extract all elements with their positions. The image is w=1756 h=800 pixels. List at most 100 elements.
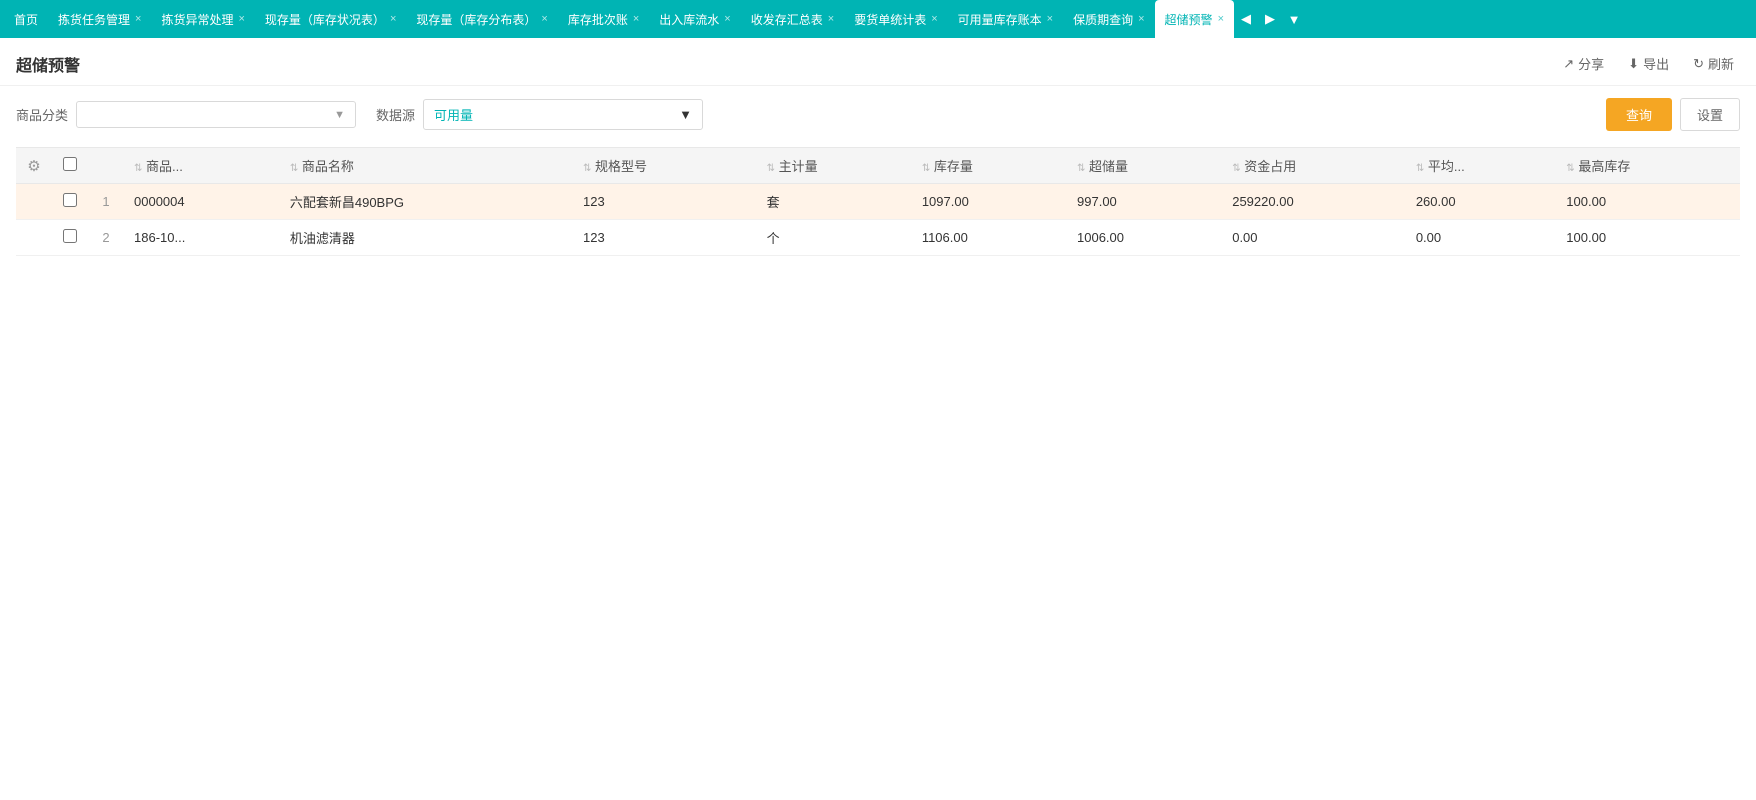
stock-cell: 1106.00 [912, 220, 1067, 256]
row-checkbox[interactable] [63, 193, 77, 207]
datasource-select[interactable]: 可用量 ▼ [423, 99, 703, 130]
sort-icon: ⇅ [767, 163, 775, 174]
over-stock-cell: 1006.00 [1067, 220, 1222, 256]
row-checkbox-cell[interactable] [52, 220, 88, 256]
sort-icon: ⇅ [922, 163, 930, 174]
nav-tab-7[interactable]: 收发存汇总表 × [741, 0, 844, 38]
chevron-down-icon: ▼ [334, 109, 345, 121]
chevron-down-icon: ▼ [679, 107, 692, 122]
header-actions: ↗ 分享 ⬇ 导出 ↻ 刷新 [1557, 50, 1740, 77]
stock-cell: 1097.00 [912, 184, 1067, 220]
nav-next-arrow[interactable]: ▶ [1258, 0, 1282, 38]
spec-cell: 123 [573, 184, 757, 220]
nav-tab-1[interactable]: 拣货任务管理 × [48, 0, 151, 38]
filter-right-actions: 查询 设置 [1606, 98, 1740, 131]
data-table: ⚙ ⇅ 商品... ⇅ 商品名称 ⇅ 规格型号 [16, 147, 1740, 256]
nav-tab-9[interactable]: 可用量库存账本 × [948, 0, 1063, 38]
close-icon[interactable]: × [931, 13, 937, 25]
sort-icon: ⇅ [1077, 163, 1085, 174]
close-icon[interactable]: × [135, 13, 141, 25]
sort-icon: ⇅ [1566, 163, 1574, 174]
close-icon[interactable]: × [724, 13, 730, 25]
nav-tab-3[interactable]: 现存量（库存状况表） × [255, 0, 406, 38]
avg-cell: 260.00 [1406, 184, 1556, 220]
table-row: 2 186-10... 机油滤清器 123 个 1106.00 1006.00 … [16, 220, 1740, 256]
product-category-label: 商品分类 [16, 105, 68, 124]
nav-prev-arrow[interactable]: ◀ [1234, 0, 1258, 38]
nav-tab-10[interactable]: 保质期查询 × [1063, 0, 1154, 38]
table-row: 1 0000004 六配套新昌490BPG 123 套 1097.00 997.… [16, 184, 1740, 220]
close-icon[interactable]: × [633, 13, 639, 25]
page-title: 超储预警 [16, 52, 80, 76]
row-checkbox[interactable] [63, 229, 77, 243]
checkbox-header[interactable] [52, 148, 88, 184]
product-name-header[interactable]: ⇅ 商品名称 [280, 148, 573, 184]
spec-header[interactable]: ⇅ 规格型号 [573, 148, 757, 184]
product-name-cell: 机油滤清器 [280, 220, 573, 256]
capital-cell: 0.00 [1222, 220, 1406, 256]
nav-tab-2[interactable]: 拣货异常处理 × [151, 0, 254, 38]
datasource-label: 数据源 [376, 105, 415, 124]
max-stock-header[interactable]: ⇅ 最高库存 [1556, 148, 1740, 184]
close-icon[interactable]: × [1047, 13, 1053, 25]
unit-header[interactable]: ⇅ 主计量 [757, 148, 912, 184]
row-gear-cell [16, 220, 52, 256]
close-icon[interactable]: × [1218, 13, 1224, 25]
nav-tab-5[interactable]: 库存批次账 × [558, 0, 649, 38]
over-stock-cell: 997.00 [1067, 184, 1222, 220]
capital-cell: 259220.00 [1222, 184, 1406, 220]
nav-tab-4[interactable]: 现存量（库存分布表） × [406, 0, 557, 38]
export-button[interactable]: ⬇ 导出 [1622, 50, 1675, 77]
nav-tab-home[interactable]: 首页 [4, 0, 48, 38]
stock-header[interactable]: ⇅ 库存量 [912, 148, 1067, 184]
gear-icon[interactable]: ⚙ [27, 158, 40, 175]
refresh-icon: ↻ [1693, 56, 1704, 72]
row-number: 1 [88, 184, 124, 220]
unit-cell: 套 [757, 184, 912, 220]
product-name-cell: 六配套新昌490BPG [280, 184, 573, 220]
row-checkbox-cell[interactable] [52, 184, 88, 220]
close-icon[interactable]: × [390, 13, 396, 25]
close-icon[interactable]: × [828, 13, 834, 25]
select-all-checkbox[interactable] [63, 157, 77, 171]
row-number: 2 [88, 220, 124, 256]
avg-cell: 0.00 [1406, 220, 1556, 256]
gear-header[interactable]: ⚙ [16, 148, 52, 184]
product-category-select[interactable]: ▼ [76, 101, 356, 128]
nav-tab-8[interactable]: 要货单统计表 × [844, 0, 947, 38]
close-icon[interactable]: × [1138, 13, 1144, 25]
avg-header[interactable]: ⇅ 平均... [1406, 148, 1556, 184]
over-stock-header[interactable]: ⇅ 超储量 [1067, 148, 1222, 184]
export-icon: ⬇ [1628, 56, 1639, 72]
close-icon[interactable]: × [238, 13, 244, 25]
top-nav: 首页 拣货任务管理 × 拣货异常处理 × 现存量（库存状况表） × 现存量（库存… [0, 0, 1756, 38]
table-container: ⚙ ⇅ 商品... ⇅ 商品名称 ⇅ 规格型号 [0, 147, 1756, 256]
share-icon: ↗ [1563, 56, 1574, 72]
sort-icon: ⇅ [290, 163, 298, 174]
nav-more-arrow[interactable]: ▼ [1282, 0, 1306, 38]
spec-cell: 123 [573, 220, 757, 256]
filter-area: 商品分类 ▼ 数据源 可用量 ▼ 查询 设置 [0, 86, 1756, 143]
page-header: 超储预警 ↗ 分享 ⬇ 导出 ↻ 刷新 [0, 38, 1756, 86]
datasource-filter: 数据源 可用量 ▼ [376, 99, 703, 130]
max-stock-cell: 100.00 [1556, 184, 1740, 220]
nav-tab-6[interactable]: 出入库流水 × [649, 0, 740, 38]
query-button[interactable]: 查询 [1606, 98, 1672, 131]
product-code-header[interactable]: ⇅ 商品... [124, 148, 280, 184]
share-button[interactable]: ↗ 分享 [1557, 50, 1610, 77]
sort-icon: ⇅ [1232, 163, 1240, 174]
capital-header[interactable]: ⇅ 资金占用 [1222, 148, 1406, 184]
row-num-header [88, 148, 124, 184]
product-category-filter: 商品分类 ▼ [16, 101, 356, 128]
row-gear-cell [16, 184, 52, 220]
refresh-button[interactable]: ↻ 刷新 [1687, 50, 1740, 77]
sort-icon: ⇅ [583, 163, 591, 174]
nav-tab-active[interactable]: 超储预警 × [1155, 0, 1234, 38]
product-code-cell: 186-10... [124, 220, 280, 256]
unit-cell: 个 [757, 220, 912, 256]
settings-button[interactable]: 设置 [1680, 98, 1740, 131]
datasource-value: 可用量 [434, 105, 473, 124]
close-icon[interactable]: × [541, 13, 547, 25]
product-code-cell: 0000004 [124, 184, 280, 220]
product-category-value [87, 107, 91, 122]
